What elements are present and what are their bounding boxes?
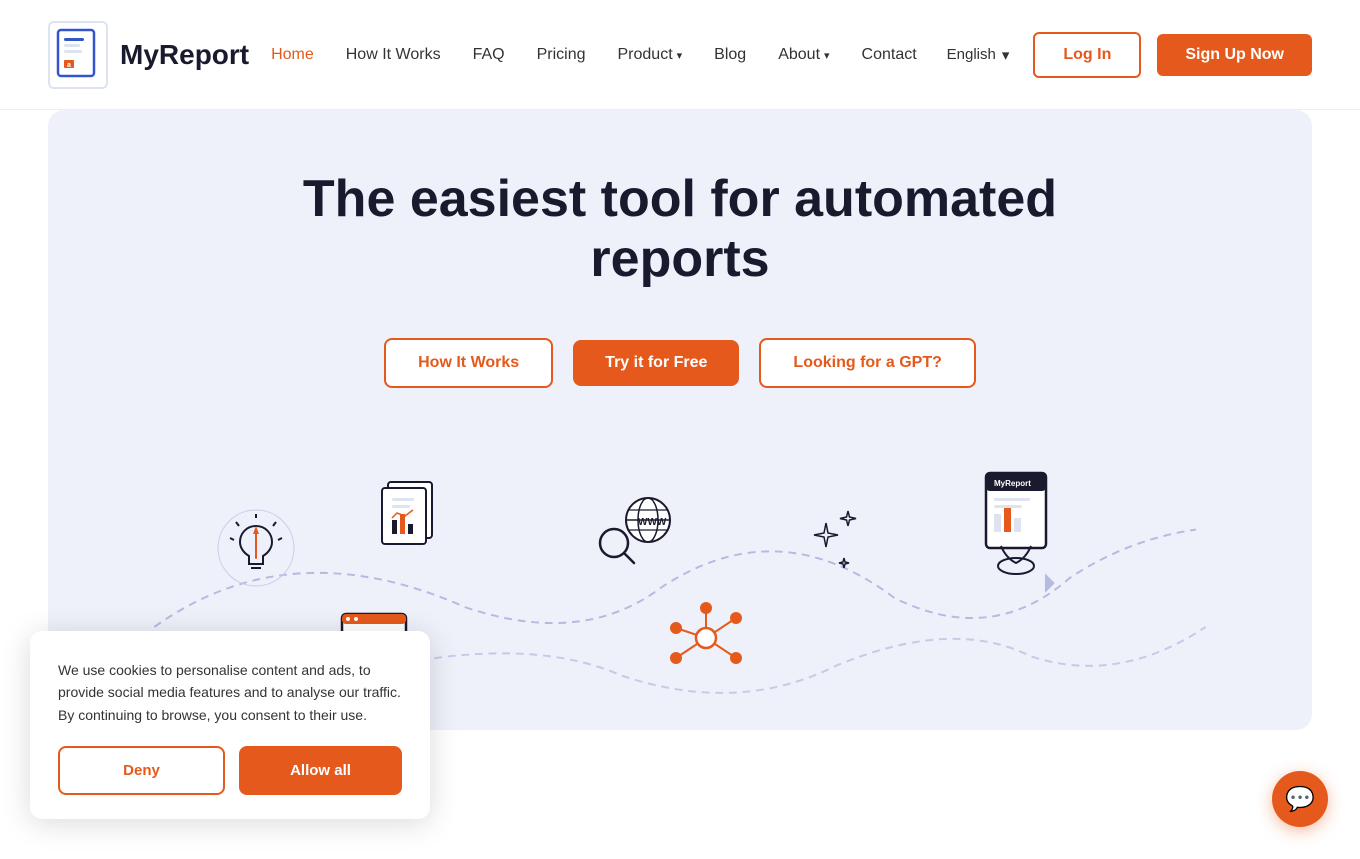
logo-text: MyReport: [120, 39, 249, 71]
network-graph-icon: [656, 588, 756, 688]
language-chevron-icon: ▾: [1002, 46, 1010, 64]
hero-title: The easiest tool for automated reports: [230, 170, 1130, 290]
nav-right: English ▾ Log In Sign Up Now: [939, 32, 1312, 78]
navbar: a MyReport Home How It Works FAQ Pricing…: [0, 0, 1360, 110]
icon-idea: [216, 508, 296, 598]
signup-button[interactable]: Sign Up Now: [1157, 34, 1312, 76]
icon-myreport-doc: MyReport: [966, 468, 1066, 578]
how-it-works-button[interactable]: How It Works: [384, 338, 553, 388]
cookie-buttons: Deny Allow all: [58, 746, 402, 795]
nav-pricing[interactable]: Pricing: [537, 46, 586, 64]
nav-about[interactable]: About ▾: [778, 46, 829, 64]
icon-sparkles: [776, 503, 866, 593]
nav-blog[interactable]: Blog: [714, 46, 746, 64]
try-free-button[interactable]: Try it for Free: [573, 340, 739, 386]
nav-home[interactable]: Home: [271, 46, 314, 64]
logo-icon: a: [48, 21, 108, 89]
myreport-hand-icon: MyReport: [966, 468, 1066, 578]
nav-contact[interactable]: Contact: [862, 46, 917, 64]
cookie-text: We use cookies to personalise content an…: [58, 659, 402, 726]
nav-how-it-works[interactable]: How It Works: [346, 46, 441, 64]
nav-product[interactable]: Product ▾: [618, 46, 683, 64]
report-document-icon: [376, 478, 448, 558]
globe-icon: WWW: [586, 488, 676, 578]
icon-network: [656, 588, 756, 688]
svg-text:WWW: WWW: [638, 517, 667, 528]
chat-icon: 💬: [1285, 785, 1315, 814]
login-button[interactable]: Log In: [1033, 32, 1141, 78]
allow-all-button[interactable]: Allow all: [239, 746, 402, 795]
svg-text:MyReport: MyReport: [994, 479, 1031, 488]
nav-faq[interactable]: FAQ: [473, 46, 505, 64]
logo[interactable]: a MyReport: [48, 21, 249, 89]
gpt-button[interactable]: Looking for a GPT?: [759, 338, 975, 388]
svg-text:a: a: [67, 62, 71, 69]
product-chevron-icon: ▾: [677, 49, 683, 62]
language-selector[interactable]: English ▾: [939, 42, 1018, 68]
icon-report-doc: [376, 478, 448, 558]
deny-button[interactable]: Deny: [58, 746, 225, 795]
hero-buttons: How It Works Try it for Free Looking for…: [96, 338, 1264, 388]
stars-icon: [776, 503, 866, 593]
language-label: English: [947, 46, 996, 63]
about-chevron-icon: ▾: [824, 49, 830, 62]
chat-bubble-button[interactable]: 💬: [1272, 771, 1328, 827]
nav-links: Home How It Works FAQ Pricing Product ▾ …: [271, 46, 917, 64]
lightbulb-pencil-icon: [216, 508, 296, 598]
logo-svg: a: [54, 28, 102, 82]
icon-globe-www: WWW: [586, 488, 676, 578]
cookie-banner: We use cookies to personalise content an…: [30, 631, 430, 819]
